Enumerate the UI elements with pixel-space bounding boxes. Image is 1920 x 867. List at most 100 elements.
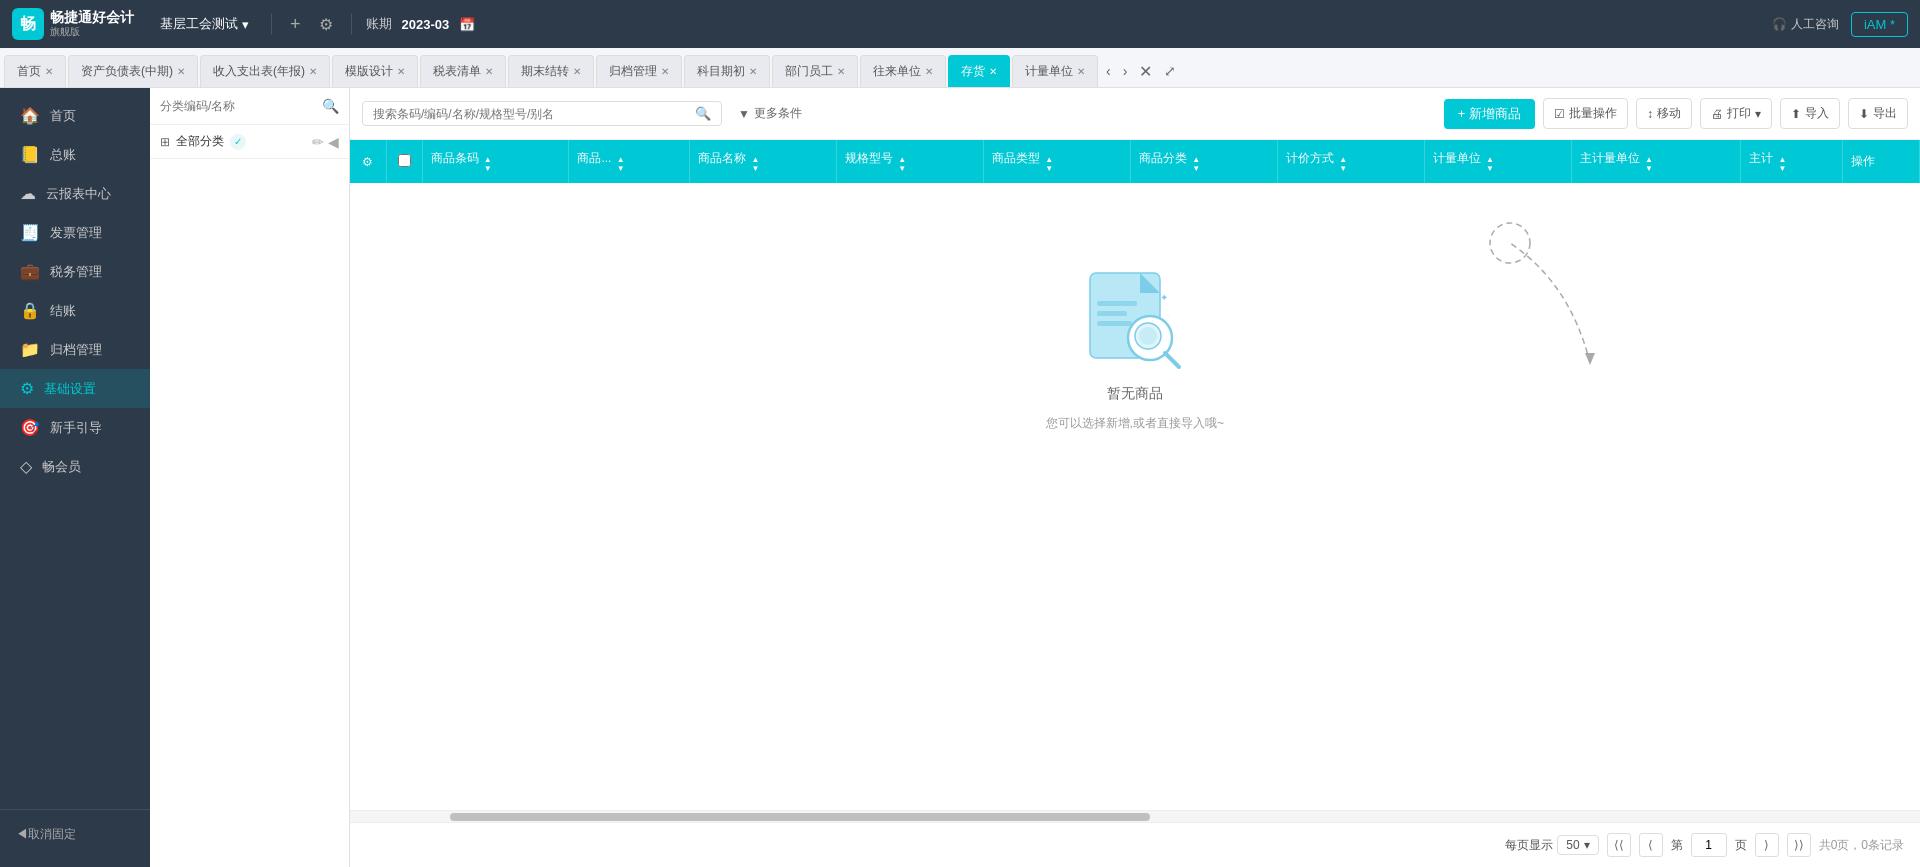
col-unit[interactable]: 计量单位 ▲▼	[1424, 140, 1571, 183]
sidebar-item-guide[interactable]: 🎯 新手引导	[0, 408, 150, 447]
export-button[interactable]: ⬇ 导出	[1848, 98, 1908, 129]
add-product-button[interactable]: + 新增商品	[1444, 99, 1535, 129]
sidebar-item-home[interactable]: 🏠 首页	[0, 96, 150, 135]
tab-inventory[interactable]: 存货 ✕	[948, 55, 1010, 87]
move-button[interactable]: ↕ 移动	[1636, 98, 1692, 129]
svg-rect-4	[1097, 301, 1137, 306]
tab-archive[interactable]: 归档管理 ✕	[596, 55, 682, 87]
scrollbar-thumb[interactable]	[450, 813, 1150, 821]
col-main-unit[interactable]: 主计量单位 ▲▼	[1571, 140, 1740, 183]
account-button[interactable]: iAM *	[1851, 12, 1908, 37]
batch-button[interactable]: ☑ 批量操作	[1543, 98, 1628, 129]
page-size-dropdown[interactable]: 50 ▾	[1557, 835, 1598, 855]
tab-period-close[interactable]: 期末结转 ✕	[508, 55, 594, 87]
add-tab-button[interactable]: +	[286, 10, 305, 39]
tab-tax[interactable]: 税表清单 ✕	[420, 55, 506, 87]
type-sort: ▲▼	[1045, 155, 1053, 173]
category-actions: ✏ ◀	[312, 134, 339, 150]
svg-point-0	[1490, 223, 1530, 263]
settings-icon[interactable]: ⚙	[362, 155, 373, 169]
col-price-method[interactable]: 计价方式 ▲▼	[1277, 140, 1424, 183]
search-bar-icon[interactable]: 🔍	[695, 106, 711, 121]
category-all-label[interactable]: 全部分类	[176, 133, 224, 150]
unit-sort: ▲▼	[1486, 155, 1494, 173]
sidebar-item-tax[interactable]: 💼 税务管理	[0, 252, 150, 291]
tab-unit[interactable]: 计量单位 ✕	[1012, 55, 1098, 87]
category-search-input[interactable]	[160, 99, 316, 113]
select-all-checkbox[interactable]	[398, 154, 411, 167]
tab-expand-button[interactable]: ⤢	[1158, 55, 1182, 87]
import-button[interactable]: ⬆ 导入	[1780, 98, 1840, 129]
tab-archive-close[interactable]: ✕	[661, 66, 669, 77]
tab-next-button[interactable]: ›	[1117, 55, 1134, 87]
tax-icon: 💼	[20, 262, 40, 281]
unpin-button[interactable]: ◀取消固定	[0, 818, 150, 851]
tab-home-close[interactable]: ✕	[45, 66, 53, 77]
last-page-button[interactable]: ⟩⟩	[1787, 833, 1811, 857]
table-header-row: ⚙ 商品条码 ▲▼ 商品...	[350, 140, 1920, 183]
tab-contact-close[interactable]: ✕	[925, 66, 933, 77]
col-checkbox[interactable]	[386, 140, 422, 183]
search-input[interactable]	[373, 107, 689, 121]
tab-inventory-close[interactable]: ✕	[989, 66, 997, 77]
tab-tax-close[interactable]: ✕	[485, 66, 493, 77]
tab-contact[interactable]: 往来单位 ✕	[860, 55, 946, 87]
invoice-icon: 🧾	[20, 223, 40, 242]
category-collapse-icon[interactable]: ◀	[328, 134, 339, 150]
archive-icon: 📁	[20, 340, 40, 359]
col-settings[interactable]: ⚙	[350, 140, 386, 183]
tab-period-close-x[interactable]: ✕	[573, 66, 581, 77]
tab-dept-close[interactable]: ✕	[837, 66, 845, 77]
main-count-sort: ▲▼	[1778, 155, 1786, 173]
tab-template-close[interactable]: ✕	[397, 66, 405, 77]
sidebar-item-close-accounts[interactable]: 🔒 结账	[0, 291, 150, 330]
more-conditions-button[interactable]: ▼ 更多条件	[730, 101, 810, 126]
logo-area: 畅 畅捷通好会计 旗舰版	[12, 8, 142, 40]
col-type[interactable]: 商品类型 ▲▼	[983, 140, 1130, 183]
top-header: 畅 畅捷通好会计 旗舰版 基层工会测试 ▾ + ⚙ 账期 2023-03 📅 🎧…	[0, 0, 1920, 48]
tab-subject-close[interactable]: ✕	[749, 66, 757, 77]
col-spec[interactable]: 规格型号 ▲▼	[837, 140, 984, 183]
settings-button[interactable]: ⚙	[315, 11, 337, 38]
col-code[interactable]: 商品... ▲▼	[569, 140, 690, 183]
next-page-button[interactable]: ⟩	[1755, 833, 1779, 857]
tab-template[interactable]: 模版设计 ✕	[332, 55, 418, 87]
tab-inventory-label: 存货	[961, 63, 985, 80]
content-area: 🔍 ⊞ 全部分类 ✓ ✏ ◀	[150, 88, 1920, 867]
sidebar-item-archive[interactable]: 📁 归档管理	[0, 330, 150, 369]
tab-balance[interactable]: 资产负债表(中期) ✕	[68, 55, 198, 87]
sidebar-item-ledger[interactable]: 📒 总账	[0, 135, 150, 174]
svg-line-10	[1165, 353, 1179, 367]
print-button[interactable]: 🖨 打印 ▾	[1700, 98, 1772, 129]
tab-subject[interactable]: 科目期初 ✕	[684, 55, 770, 87]
horizontal-scrollbar[interactable]	[350, 810, 1920, 822]
tab-prev-button[interactable]: ‹	[1100, 55, 1117, 87]
tab-dept[interactable]: 部门员工 ✕	[772, 55, 858, 87]
tab-income-close[interactable]: ✕	[309, 66, 317, 77]
tab-income[interactable]: 收入支出表(年报) ✕	[200, 55, 330, 87]
tab-balance-close[interactable]: ✕	[177, 66, 185, 77]
company-selector[interactable]: 基层工会测试 ▾	[152, 11, 257, 37]
filter-icon: ▼	[738, 107, 750, 121]
category-search-icon[interactable]: 🔍	[322, 98, 339, 114]
tab-close-all-button[interactable]: ✕	[1133, 55, 1158, 87]
sidebar-item-reports[interactable]: ☁ 云报表中心	[0, 174, 150, 213]
col-name[interactable]: 商品名称 ▲▼	[690, 140, 837, 183]
page-number-input[interactable]	[1691, 833, 1727, 857]
col-action: 操作	[1842, 140, 1919, 183]
service-button[interactable]: 🎧 人工咨询	[1772, 16, 1839, 33]
table-scroll-container[interactable]: ⚙ 商品条码 ▲▼ 商品...	[350, 140, 1920, 810]
sidebar-item-member[interactable]: ◇ 畅会员	[0, 447, 150, 486]
calendar-icon[interactable]: 📅	[459, 17, 475, 32]
category-edit-icon[interactable]: ✏	[312, 134, 324, 150]
prev-page-button[interactable]: ⟨	[1639, 833, 1663, 857]
first-page-button[interactable]: ⟨⟨	[1607, 833, 1631, 857]
col-category[interactable]: 商品分类 ▲▼	[1130, 140, 1277, 183]
tab-unit-close[interactable]: ✕	[1077, 66, 1085, 77]
col-main-count[interactable]: 主计 ▲▼	[1741, 140, 1843, 183]
sidebar-item-invoice[interactable]: 🧾 发票管理	[0, 213, 150, 252]
period-value[interactable]: 2023-03	[402, 17, 450, 32]
col-barcode[interactable]: 商品条码 ▲▼	[422, 140, 569, 183]
tab-home[interactable]: 首页 ✕	[4, 55, 66, 87]
sidebar-item-basic-settings[interactable]: ⚙ 基础设置	[0, 369, 150, 408]
